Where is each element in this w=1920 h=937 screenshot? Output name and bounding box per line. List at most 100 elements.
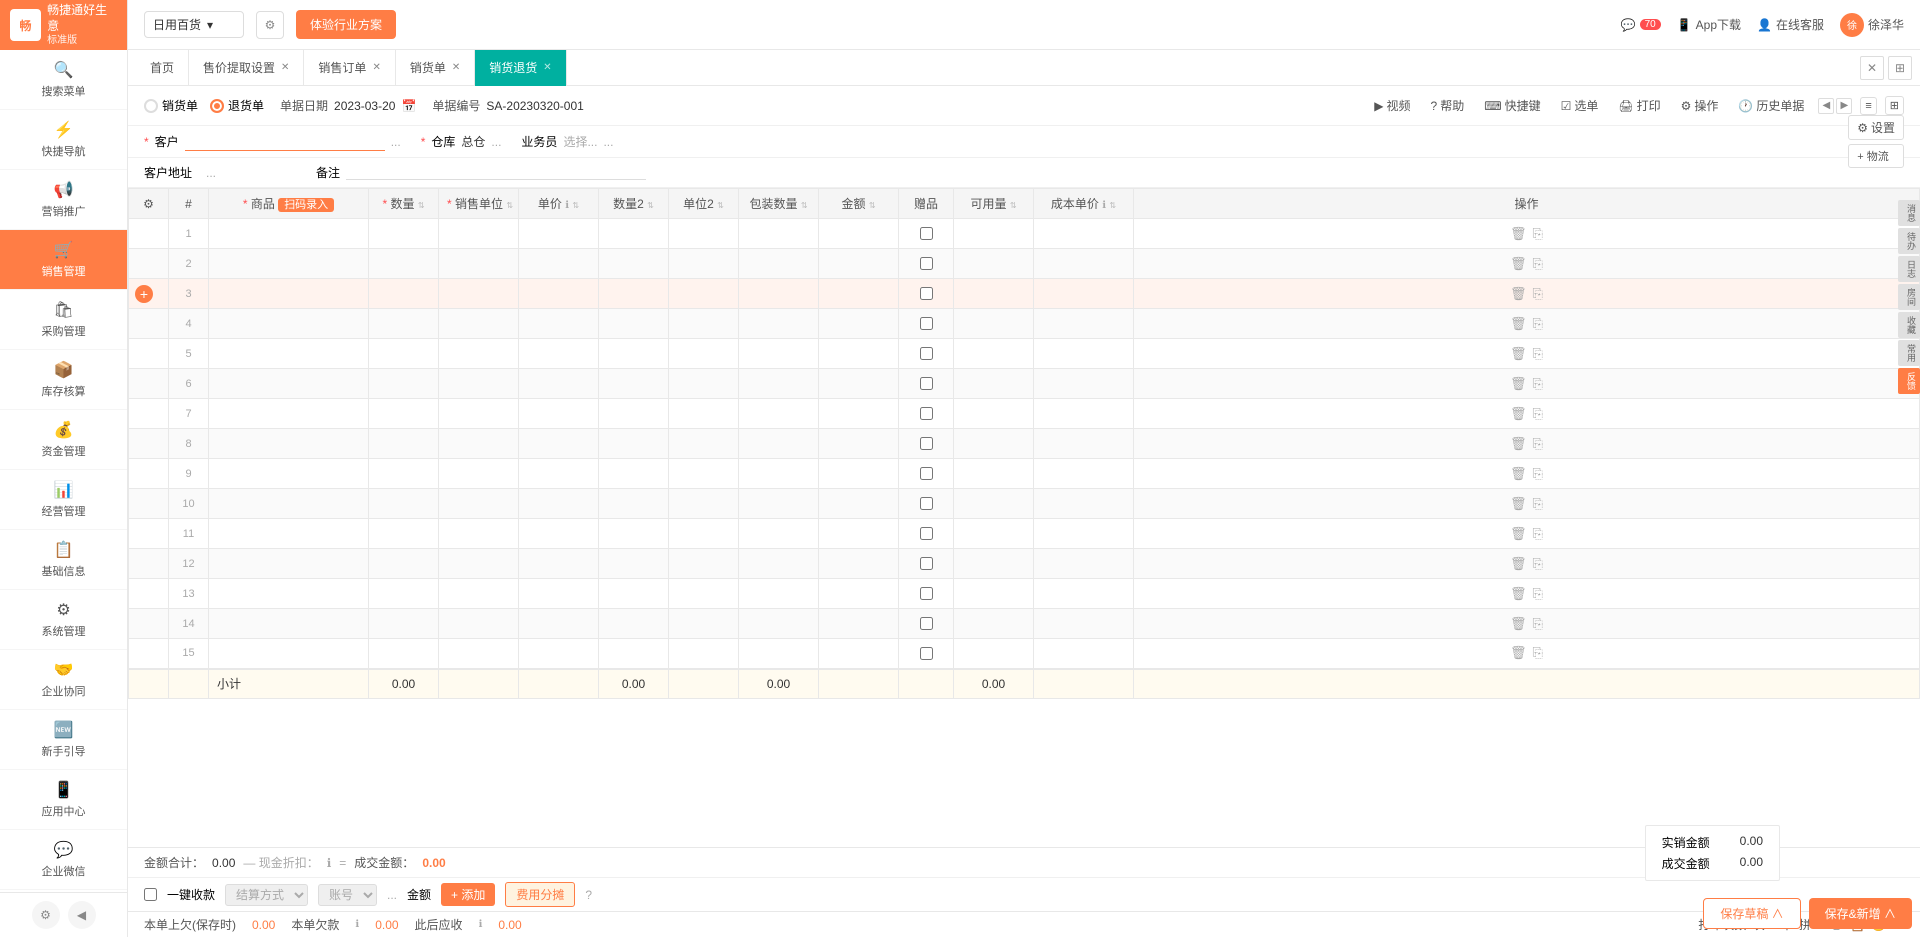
tab-home[interactable]: 首页 — [136, 50, 189, 86]
row-unit[interactable] — [439, 579, 519, 609]
view2-btn[interactable]: ⊞ — [1885, 96, 1904, 115]
row-unit[interactable] — [439, 459, 519, 489]
row-quantity[interactable] — [369, 639, 439, 669]
row-gift[interactable] — [899, 519, 954, 549]
row-amount[interactable] — [819, 429, 899, 459]
gift-checkbox[interactable] — [920, 317, 933, 330]
row-product[interactable] — [209, 309, 369, 339]
row-price[interactable] — [519, 429, 599, 459]
expense-btn[interactable]: 费用分摊 — [505, 882, 575, 907]
sidebar-collapse-btn[interactable]: ◀ — [68, 901, 96, 929]
row-available[interactable] — [954, 579, 1034, 609]
service-btn[interactable]: 👤 在线客服 — [1757, 16, 1824, 33]
row-quantity[interactable] — [369, 249, 439, 279]
row-available[interactable] — [954, 549, 1034, 579]
row-qty2[interactable] — [599, 639, 669, 669]
dots-account[interactable]: ... — [387, 888, 397, 902]
delete-icon[interactable]: 🗑 — [1510, 616, 1527, 632]
row-unit[interactable] — [439, 489, 519, 519]
row-cost-price[interactable] — [1034, 549, 1134, 579]
row-unit2[interactable] — [669, 399, 739, 429]
row-product[interactable] — [209, 339, 369, 369]
row-amount[interactable] — [819, 609, 899, 639]
row-pack-qty[interactable] — [739, 519, 819, 549]
row-available[interactable] — [954, 519, 1034, 549]
row-available[interactable] — [954, 279, 1034, 309]
row-price[interactable] — [519, 609, 599, 639]
row-cost-price[interactable] — [1034, 399, 1134, 429]
tab-close-icon[interactable]: ✕ — [281, 62, 289, 73]
row-quantity[interactable] — [369, 309, 439, 339]
sidebar-item-quick[interactable]: ⚡ 快捷导航 — [0, 110, 127, 170]
row-qty2[interactable] — [599, 549, 669, 579]
row-pack-qty[interactable] — [739, 489, 819, 519]
copy-icon[interactable]: ⎘ — [1533, 346, 1543, 362]
row-amount[interactable] — [819, 579, 899, 609]
row-available[interactable] — [954, 369, 1034, 399]
add-row-btn[interactable]: + — [135, 285, 153, 303]
delete-icon[interactable]: 🗑 — [1510, 316, 1527, 332]
delete-icon[interactable]: 🗑 — [1510, 286, 1527, 302]
sidebar-item-inventory[interactable]: 📦 库存核算 — [0, 350, 127, 410]
row-pack-qty[interactable] — [739, 609, 819, 639]
copy-icon[interactable]: ⎘ — [1533, 316, 1543, 332]
tab-price-settings[interactable]: 售价提取设置 ✕ — [189, 50, 304, 86]
delete-icon[interactable]: 🗑 — [1510, 346, 1527, 362]
row-qty2[interactable] — [599, 279, 669, 309]
copy-icon[interactable]: ⎘ — [1533, 226, 1543, 242]
row-pack-qty[interactable] — [739, 219, 819, 249]
delete-icon[interactable]: 🗑 — [1510, 226, 1527, 242]
delete-icon[interactable]: 🗑 — [1510, 556, 1527, 572]
help-btn[interactable]: ? 帮助 — [1425, 94, 1471, 117]
copy-icon[interactable]: ⎘ — [1533, 376, 1543, 392]
scan-btn[interactable]: 扫码录入 — [278, 198, 334, 212]
row-product[interactable] — [209, 609, 369, 639]
row-gift[interactable] — [899, 609, 954, 639]
row-gift[interactable] — [899, 339, 954, 369]
row-cost-price[interactable] — [1034, 459, 1134, 489]
row-available[interactable] — [954, 339, 1034, 369]
experience-btn[interactable]: 体验行业方案 — [296, 10, 396, 39]
row-qty2[interactable] — [599, 249, 669, 279]
copy-icon[interactable]: ⎘ — [1533, 496, 1543, 512]
row-quantity[interactable] — [369, 429, 439, 459]
row-amount[interactable] — [819, 249, 899, 279]
history-btn[interactable]: 🕐 历史单据 — [1732, 94, 1810, 117]
radio-return[interactable]: 退货单 — [210, 97, 264, 114]
row-gift[interactable] — [899, 309, 954, 339]
shortcut-btn[interactable]: ⌨ 快捷键 — [1478, 94, 1546, 117]
row-qty2[interactable] — [599, 339, 669, 369]
row-unit2[interactable] — [669, 459, 739, 489]
copy-icon[interactable]: ⎘ — [1533, 256, 1543, 272]
sidebar-item-finance[interactable]: 💰 资金管理 — [0, 410, 127, 470]
row-amount[interactable] — [819, 399, 899, 429]
row-pack-qty[interactable] — [739, 459, 819, 489]
delete-icon[interactable]: 🗑 — [1510, 436, 1527, 452]
copy-icon[interactable]: ⎘ — [1533, 466, 1543, 482]
row-unit[interactable] — [439, 249, 519, 279]
account-select[interactable]: 账号 — [318, 884, 377, 906]
gift-checkbox[interactable] — [920, 497, 933, 510]
row-cost-price[interactable] — [1034, 579, 1134, 609]
tab-sales-order[interactable]: 销售订单 ✕ — [304, 50, 395, 86]
calendar-icon[interactable]: 📅 — [401, 99, 416, 113]
row-unit[interactable] — [439, 219, 519, 249]
row-pack-qty[interactable] — [739, 279, 819, 309]
row-unit2[interactable] — [669, 519, 739, 549]
row-qty2[interactable] — [599, 369, 669, 399]
row-price[interactable] — [519, 249, 599, 279]
row-quantity[interactable] — [369, 459, 439, 489]
row-gift[interactable] — [899, 459, 954, 489]
row-quantity[interactable] — [369, 609, 439, 639]
sidebar-item-wechat[interactable]: 💬 企业微信 — [0, 830, 127, 890]
row-qty2[interactable] — [599, 219, 669, 249]
sidebar-settings-btn[interactable]: ⚙ — [32, 901, 60, 929]
row-unit[interactable] — [439, 369, 519, 399]
row-pack-qty[interactable] — [739, 249, 819, 279]
row-unit2[interactable] — [669, 279, 739, 309]
row-amount[interactable] — [819, 549, 899, 579]
row-pack-qty[interactable] — [739, 339, 819, 369]
row-unit[interactable] — [439, 309, 519, 339]
discount-info-icon[interactable]: ℹ — [327, 856, 332, 870]
row-pack-qty[interactable] — [739, 549, 819, 579]
